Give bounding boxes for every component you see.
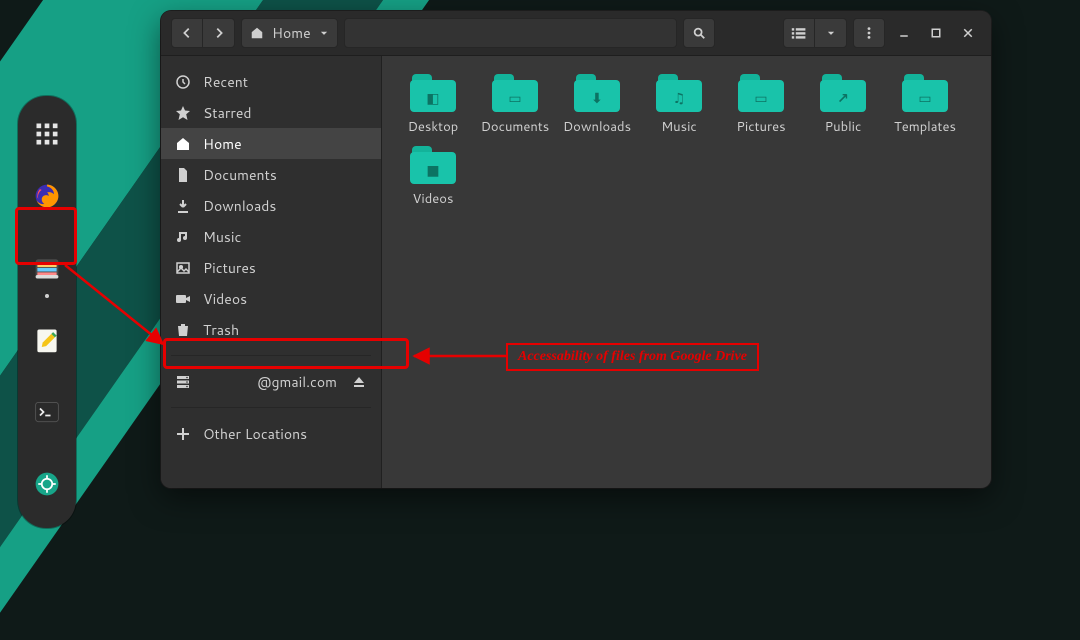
sidebar-item-label: @gmail.com	[203, 372, 339, 392]
sidebar-item-documents[interactable]: Documents	[161, 159, 381, 190]
folder-pictures[interactable]: ▭ Pictures	[720, 70, 802, 142]
sidebar-item-label: Starred	[203, 103, 252, 123]
maximize-button[interactable]	[923, 20, 949, 46]
folder-icon: ▭	[492, 72, 538, 112]
sidebar-item-pictures[interactable]: Pictures	[161, 252, 381, 283]
folder-icon: ↗	[820, 72, 866, 112]
folder-icon: ■	[410, 144, 456, 184]
file-manager-window: Home	[161, 11, 991, 488]
hamburger-menu-button[interactable]	[853, 18, 885, 48]
annotation-label-gdrive: Accessability of files from Google Drive	[506, 343, 759, 371]
folder-icon: ▭	[902, 72, 948, 112]
sidebar-item-downloads[interactable]: Downloads	[161, 190, 381, 221]
apps-grid-button[interactable]	[27, 114, 67, 154]
minimize-button[interactable]	[891, 20, 917, 46]
folder-icon: ⬇	[574, 72, 620, 112]
folder-icon: ▭	[738, 72, 784, 112]
search-button[interactable]	[683, 18, 715, 48]
folder-icon: ♫	[656, 72, 702, 112]
folder-downloads[interactable]: ⬇ Downloads	[556, 70, 638, 142]
eject-icon[interactable]	[351, 374, 367, 390]
server-icon	[175, 374, 191, 390]
file-label: Templates	[894, 118, 956, 136]
sidebar-item-google-drive[interactable]: @gmail.com	[161, 366, 381, 397]
sidebar-item-label: Trash	[203, 320, 239, 340]
sidebar-item-label: Home	[203, 134, 242, 154]
folder-icon: ◧	[410, 72, 456, 112]
sidebar: Recent Starred Home Documents Downloads …	[161, 56, 382, 488]
dock	[18, 96, 76, 528]
toolbar: Home	[161, 11, 991, 56]
file-label: Pictures	[736, 118, 785, 136]
file-label: Videos	[413, 190, 454, 208]
annotation-box-gdrive-sidebar	[163, 338, 409, 369]
folder-documents[interactable]: ▭ Documents	[474, 70, 556, 142]
folder-public[interactable]: ↗ Public	[802, 70, 884, 142]
terminal-launcher[interactable]	[27, 392, 67, 432]
sidebar-item-label: Documents	[203, 165, 277, 185]
file-label: Documents	[481, 118, 550, 136]
text-editor-launcher[interactable]	[27, 320, 67, 360]
path-bar[interactable]: Home	[241, 18, 338, 48]
sidebar-item-label: Music	[203, 227, 241, 247]
sidebar-item-label: Pictures	[203, 258, 256, 278]
screenshot-launcher[interactable]	[27, 464, 67, 504]
forward-button[interactable]	[203, 18, 235, 48]
folder-videos[interactable]: ■ Videos	[392, 142, 474, 214]
sidebar-item-recent[interactable]: Recent	[161, 66, 381, 97]
sidebar-separator	[171, 407, 371, 408]
view-toggle-button[interactable]	[783, 18, 815, 48]
annotation-box-file-manager-icon	[15, 207, 77, 265]
folder-music[interactable]: ♫ Music	[638, 70, 720, 142]
close-button[interactable]	[955, 20, 981, 46]
path-label: Home	[272, 23, 311, 43]
sidebar-item-label: Other Locations	[203, 424, 307, 444]
sidebar-item-other-locations[interactable]: Other Locations	[161, 418, 381, 449]
file-label: Music	[661, 118, 697, 136]
running-indicator	[45, 294, 49, 298]
file-label: Desktop	[408, 118, 459, 136]
sidebar-item-music[interactable]: Music	[161, 221, 381, 252]
file-label: Downloads	[563, 118, 631, 136]
sidebar-item-videos[interactable]: Videos	[161, 283, 381, 314]
back-button[interactable]	[171, 18, 203, 48]
sidebar-item-label: Downloads	[203, 196, 276, 216]
file-label: Public	[825, 118, 862, 136]
sidebar-item-home[interactable]: Home	[161, 128, 381, 159]
folder-templates[interactable]: ▭ Templates	[884, 70, 966, 142]
sidebar-item-label: Recent	[203, 72, 248, 92]
sidebar-item-starred[interactable]: Starred	[161, 97, 381, 128]
file-view[interactable]: ◧ Desktop ▭ Documents ⬇ Downloads ♫ Musi…	[382, 56, 991, 488]
view-options-button[interactable]	[815, 18, 847, 48]
sidebar-item-label: Videos	[203, 289, 247, 309]
location-entry[interactable]	[344, 18, 677, 48]
folder-desktop[interactable]: ◧ Desktop	[392, 70, 474, 142]
